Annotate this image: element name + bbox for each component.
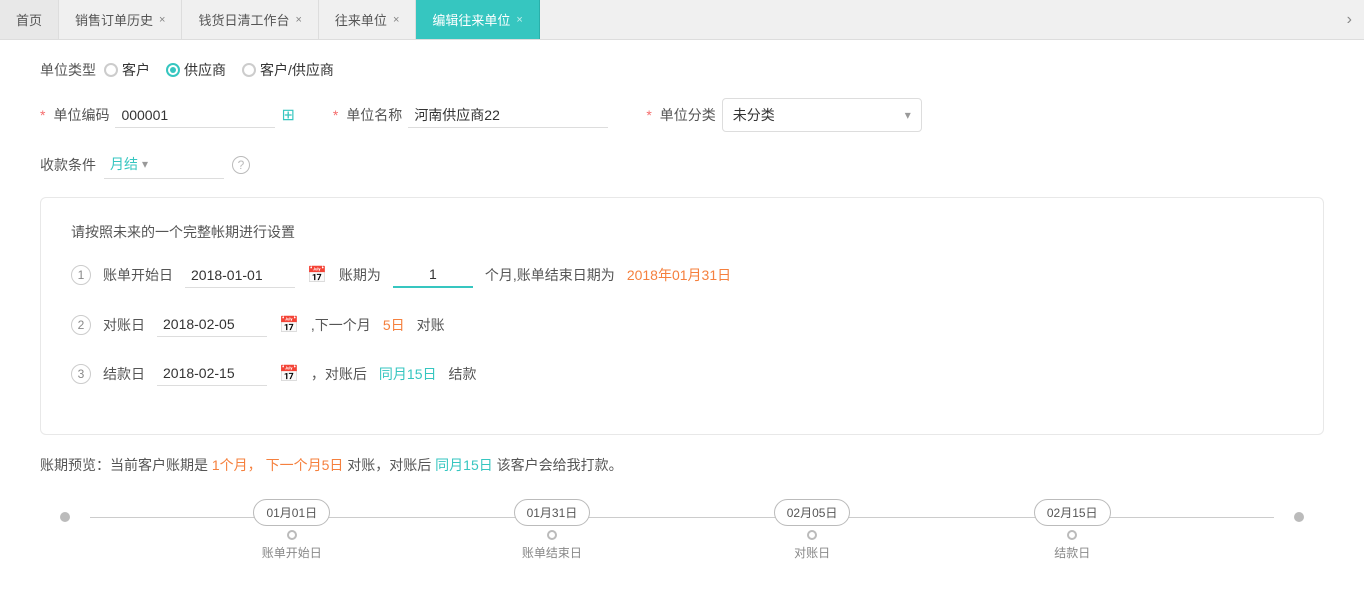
- payment-terms-arrow: ▾: [142, 157, 148, 171]
- preview-next: 下一个月5日: [266, 457, 344, 473]
- node2-dot: [547, 530, 557, 540]
- node3-dot: [807, 530, 817, 540]
- tab-cash-work[interactable]: 钱货日清工作台 ×: [182, 0, 318, 39]
- period-row-label-1: 账单开始日: [103, 265, 173, 285]
- main-content: 单位类型 客户 供应商 客户/供应商 * 单位编码 ⊞ * 单位名称: [0, 40, 1364, 608]
- timeline-end-circle: [1294, 512, 1304, 522]
- period-row-num-2: 2: [71, 315, 91, 335]
- timeline-start-circle: [60, 512, 70, 522]
- reconcile-day: 5日: [383, 315, 405, 335]
- unit-code-copy-icon[interactable]: ⊞: [281, 105, 294, 125]
- unit-code-label: 单位编码: [53, 105, 109, 125]
- payment-terms-label: 收款条件: [40, 155, 96, 175]
- node4-label: 结款日: [1054, 544, 1090, 561]
- period-months-input[interactable]: [393, 262, 473, 288]
- reconcile-hint-prefix: ,下一个月: [311, 315, 371, 335]
- unit-category-dropdown[interactable]: 未分类 ▾: [722, 98, 922, 132]
- tab-close-cash[interactable]: ×: [295, 14, 301, 26]
- payment-terms-help[interactable]: ?: [232, 156, 250, 174]
- payment-date-cal-icon[interactable]: 📅: [279, 364, 299, 384]
- tab-home[interactable]: 首页: [0, 0, 59, 39]
- period-row-label-3: 结款日: [103, 364, 145, 384]
- unit-code-input[interactable]: [115, 103, 275, 128]
- period-row-2: 2 对账日 📅 ,下一个月 5日 对账: [71, 312, 1293, 337]
- radio-supplier[interactable]: 供应商: [166, 60, 226, 80]
- timeline-node-3: 02月05日 对账日: [774, 499, 851, 561]
- required-star-code: *: [40, 107, 45, 123]
- payment-hint-prefix: ，对账后: [311, 364, 367, 384]
- node4-badge: 02月15日: [1034, 499, 1111, 526]
- period-for-label: 账期为: [339, 265, 381, 285]
- node1-dot: [287, 530, 297, 540]
- unit-name-input[interactable]: [408, 103, 608, 128]
- unit-name-group: * 单位名称: [333, 103, 608, 128]
- tab-edit-partner[interactable]: 编辑往来单位 ×: [416, 0, 539, 39]
- timeline-container: 01月01日 账单开始日 01月31日 账单结束日 02月05日 对账日 02月…: [60, 499, 1304, 561]
- timeline-end-dot: [1294, 512, 1304, 522]
- tab-bar: 首页 销售订单历史 × 钱货日清工作台 × 往来单位 × 编辑往来单位 × ›: [0, 0, 1364, 40]
- tab-close-sales[interactable]: ×: [159, 14, 165, 26]
- period-row-label-2: 对账日: [103, 315, 145, 335]
- payment-hint-suffix: 结款: [449, 364, 477, 384]
- unit-name-label: 单位名称: [346, 105, 402, 125]
- tab-close-partner[interactable]: ×: [393, 14, 399, 26]
- unit-code-group: * 单位编码 ⊞: [40, 103, 295, 128]
- payment-day: 同月15日: [379, 364, 437, 384]
- timeline-node-2: 01月31日 账单结束日: [514, 499, 591, 561]
- tab-more-button[interactable]: ›: [1335, 0, 1364, 39]
- period-unit-text: 个月,账单结束日期为: [485, 265, 615, 285]
- node4-dot: [1067, 530, 1077, 540]
- node1-label: 账单开始日: [262, 544, 322, 561]
- period-row-1: 1 账单开始日 📅 账期为 个月,账单结束日期为 2018年01月31日: [71, 262, 1293, 288]
- payment-terms-dropdown[interactable]: 月结 ▾: [104, 150, 224, 179]
- preview-same-day: 同月15日: [435, 457, 493, 473]
- reconcile-date-cal-icon[interactable]: 📅: [279, 315, 299, 335]
- tab-close-edit-partner[interactable]: ×: [516, 14, 522, 26]
- unit-category-group: * 单位分类 未分类 ▾: [646, 98, 921, 132]
- required-star-name: *: [333, 107, 338, 123]
- period-box-title: 请按照未来的一个完整帐期进行设置: [71, 222, 1293, 242]
- timeline-node-1: 01月01日 账单开始日: [253, 499, 330, 561]
- radio-customer[interactable]: 客户: [104, 60, 150, 80]
- unit-category-label: 单位分类: [660, 105, 716, 125]
- node1-badge: 01月01日: [253, 499, 330, 526]
- unit-info-row: * 单位编码 ⊞ * 单位名称 * 单位分类 未分类 ▾: [40, 98, 1324, 132]
- preview-period: 1个月，: [212, 457, 262, 473]
- node3-label: 对账日: [794, 544, 830, 561]
- timeline-node-4: 02月15日 结款日: [1034, 499, 1111, 561]
- payment-date-input[interactable]: [157, 361, 267, 386]
- start-date-cal-icon[interactable]: 📅: [307, 265, 327, 285]
- node3-badge: 02月05日: [774, 499, 851, 526]
- tab-sales-history[interactable]: 销售订单历史 ×: [59, 0, 182, 39]
- tab-partner[interactable]: 往来单位 ×: [319, 0, 416, 39]
- reconcile-date-input[interactable]: [157, 312, 267, 337]
- timeline-start-dot: [60, 512, 70, 522]
- start-date-input[interactable]: [185, 263, 295, 288]
- preview-text: 账期预览：当前客户账期是 1个月， 下一个月5日 对账，对账后 同月15日 该客…: [40, 455, 1324, 475]
- required-star-cat: *: [646, 107, 651, 123]
- radio-group-unit-type: 客户 供应商 客户/供应商: [104, 60, 334, 80]
- radio-circle-both: [242, 63, 256, 77]
- period-row-num-3: 3: [71, 364, 91, 384]
- radio-circle-customer: [104, 63, 118, 77]
- category-dropdown-arrow: ▾: [905, 108, 911, 122]
- unit-type-label: 单位类型: [40, 60, 96, 80]
- period-row-num-1: 1: [71, 265, 91, 285]
- radio-circle-supplier: [166, 63, 180, 77]
- node2-badge: 01月31日: [514, 499, 591, 526]
- payment-terms-row: 收款条件 月结 ▾ ?: [40, 150, 1324, 179]
- reconcile-hint-suffix: 对账: [417, 315, 445, 335]
- period-end-date: 2018年01月31日: [627, 265, 731, 285]
- period-row-3: 3 结款日 📅 ，对账后 同月15日 结款: [71, 361, 1293, 386]
- period-settings-box: 请按照未来的一个完整帐期进行设置 1 账单开始日 📅 账期为 个月,账单结束日期…: [40, 197, 1324, 435]
- unit-type-row: 单位类型 客户 供应商 客户/供应商: [40, 60, 1324, 80]
- radio-both[interactable]: 客户/供应商: [242, 60, 334, 80]
- node2-label: 账单结束日: [522, 544, 582, 561]
- timeline-nodes: 01月01日 账单开始日 01月31日 账单结束日 02月05日 对账日 02月…: [60, 499, 1304, 561]
